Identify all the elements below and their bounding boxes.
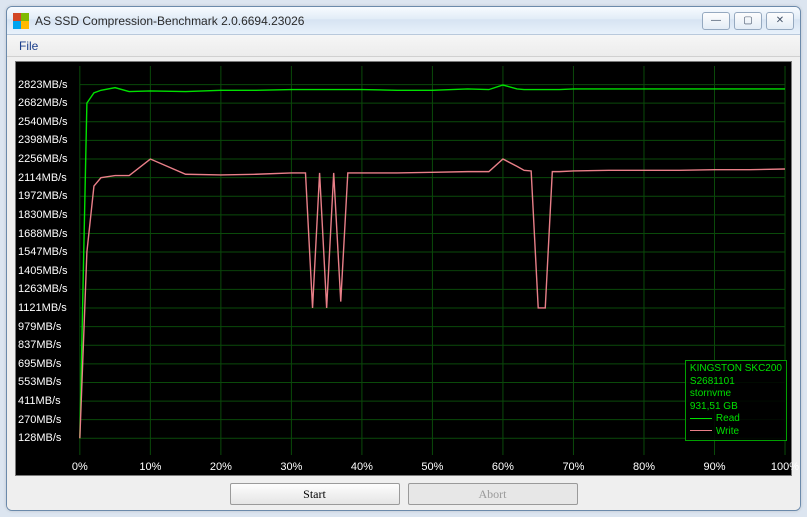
app-window: AS SSD Compression-Benchmark 2.0.6694.23…	[6, 6, 801, 511]
x-tick-label: 70%	[562, 461, 584, 473]
legend-write: Write	[690, 426, 782, 439]
x-tick-label: 100%	[771, 461, 799, 473]
x-tick-label: 30%	[280, 461, 302, 473]
start-button[interactable]: Start	[230, 483, 400, 505]
y-tick-label: 695MB/s	[18, 358, 61, 370]
window-title: AS SSD Compression-Benchmark 2.0.6694.23…	[35, 14, 702, 28]
y-tick-label: 1263MB/s	[18, 283, 68, 295]
y-tick-label: 837MB/s	[18, 339, 61, 351]
x-tick-label: 60%	[492, 461, 514, 473]
x-tick-label: 50%	[421, 461, 443, 473]
legend-read: Read	[690, 413, 782, 426]
y-tick-label: 2540MB/s	[18, 116, 68, 128]
y-tick-label: 2823MB/s	[18, 79, 68, 91]
x-tick-label: 90%	[703, 461, 725, 473]
abort-button[interactable]: Abort	[408, 483, 578, 505]
legend-write-label: Write	[716, 426, 739, 437]
menu-file[interactable]: File	[11, 37, 46, 55]
y-tick-label: 1972MB/s	[18, 190, 68, 202]
y-tick-label: 1121MB/s	[18, 302, 67, 314]
chart-area: 128MB/s 270MB/s 411MB/s 553MB/s 695MB/s 837MB…	[15, 61, 792, 476]
close-button[interactable]: ✕	[766, 12, 794, 30]
y-tick-label: 128MB/s	[18, 432, 61, 444]
y-tick-label: 553MB/s	[18, 376, 61, 388]
titlebar[interactable]: AS SSD Compression-Benchmark 2.0.6694.23…	[7, 7, 800, 35]
y-tick-label: 2256MB/s	[18, 153, 68, 165]
legend: KINGSTON SKC200 S2681101 stornvme 931,51…	[685, 360, 787, 441]
x-tick-label: 10%	[139, 461, 161, 473]
legend-device-2: S2681101	[690, 376, 782, 389]
window-controls: — ▢ ✕	[702, 12, 794, 30]
minimize-button[interactable]: —	[702, 12, 730, 30]
y-tick-label: 1830MB/s	[18, 209, 68, 221]
x-tick-label: 20%	[210, 461, 232, 473]
y-tick-label: 979MB/s	[18, 321, 61, 333]
y-tick-label: 1688MB/s	[18, 228, 68, 240]
x-tick-label: 0%	[72, 461, 88, 473]
legend-read-label: Read	[716, 413, 740, 424]
legend-device-1: KINGSTON SKC200	[690, 363, 782, 376]
bottom-bar: Start Abort	[7, 478, 800, 510]
y-tick-label: 2398MB/s	[18, 134, 68, 146]
y-tick-label: 270MB/s	[18, 414, 61, 426]
y-tick-label: 411MB/s	[18, 395, 61, 407]
y-tick-label: 1547MB/s	[18, 246, 68, 258]
legend-driver: stornvme	[690, 388, 782, 401]
maximize-button[interactable]: ▢	[734, 12, 762, 30]
x-tick-label: 40%	[351, 461, 373, 473]
chart-plot	[16, 62, 791, 475]
x-tick-label: 80%	[633, 461, 655, 473]
legend-capacity: 931,51 GB	[690, 401, 782, 414]
y-tick-label: 1405MB/s	[18, 265, 68, 277]
y-tick-label: 2114MB/s	[18, 172, 67, 184]
y-tick-label: 2682MB/s	[18, 97, 68, 109]
app-icon	[13, 13, 29, 29]
menubar: File	[7, 35, 800, 57]
